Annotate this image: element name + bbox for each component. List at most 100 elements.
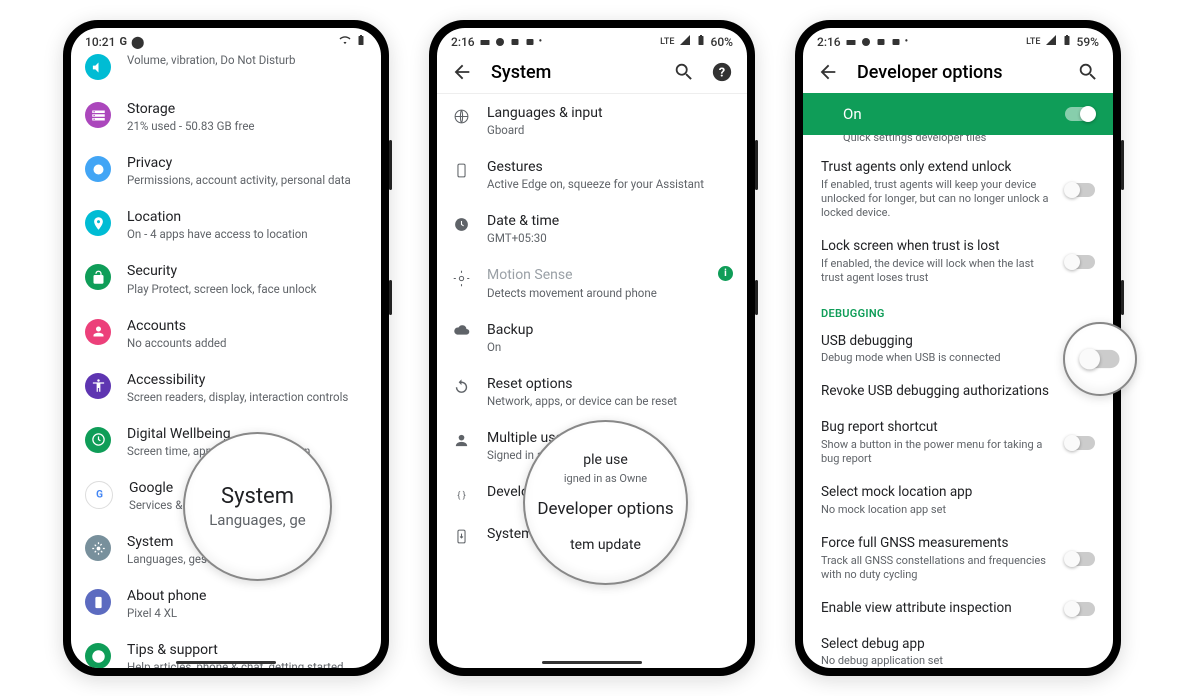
gesture-icon — [451, 160, 471, 180]
row-title: Bug report shortcut — [821, 419, 1053, 437]
info-badge[interactable]: i — [718, 266, 733, 281]
row-title: Enable view attribute inspection — [821, 600, 1053, 618]
usb-debugging-toggle[interactable] — [1081, 350, 1120, 368]
system-row-gesture[interactable]: Gestures Active Edge on, squeeze for you… — [437, 148, 747, 202]
row-subtitle: No debug application set — [821, 654, 1083, 668]
status-bar: 2:16 • LTE 60% — [437, 28, 747, 51]
row-title: Location — [127, 208, 367, 226]
row-subtitle: Play Protect, screen lock, face unlock — [127, 282, 367, 297]
row-subtitle: Debug mode when USB is connected — [821, 351, 1083, 365]
option-row[interactable]: Select debug app No debug application se… — [803, 627, 1113, 668]
option-row[interactable]: Lock screen when trust is lost If enable… — [803, 229, 1113, 294]
row-title: Motion Sense — [487, 266, 702, 284]
help-icon[interactable]: ? — [711, 61, 733, 83]
magnifier-usb-debug-toggle — [1063, 322, 1137, 396]
phone-frame-1: 10:21 G ⬤ Volume, vibration, Do Not Dist… — [63, 20, 389, 676]
row-subtitle: On - 4 apps have access to location — [127, 227, 367, 242]
row-subtitle: Screen readers, display, interaction con… — [127, 390, 367, 405]
row-title: Select debug app — [821, 636, 1083, 654]
magnified-subtitle: Languages, ge — [209, 511, 306, 529]
location-icon — [85, 210, 111, 236]
developer-options-list[interactable]: Quick settings developer tiles Trust age… — [803, 135, 1113, 668]
banner-label: On — [843, 105, 862, 123]
row-title: Security — [127, 262, 367, 280]
row-title: Select mock location app — [821, 484, 1083, 502]
toggle[interactable] — [1065, 552, 1095, 566]
app-bar: Developer options — [803, 51, 1113, 93]
row-title: Force full GNSS measurements — [821, 535, 1053, 553]
magnified-title: System — [221, 484, 294, 509]
master-toggle[interactable] — [1065, 107, 1095, 121]
system-row-backup[interactable]: Backup On — [437, 311, 747, 365]
toggle[interactable] — [1065, 602, 1095, 616]
svg-text:G: G — [96, 490, 103, 501]
google-icon: G — [119, 35, 127, 48]
svg-text:{ }: { } — [457, 490, 466, 501]
setting-row-storage[interactable]: Storage 21% used - 50.83 GB free — [71, 90, 381, 144]
battery-percent: 59% — [1077, 35, 1099, 49]
toggle[interactable] — [1065, 255, 1095, 269]
row-title: Accounts — [127, 317, 367, 335]
setting-row-accessibility[interactable]: Accessibility Screen readers, display, i… — [71, 361, 381, 415]
toggle[interactable] — [1065, 436, 1095, 450]
search-icon[interactable] — [673, 61, 695, 83]
reset-icon — [451, 377, 471, 397]
system-row-time[interactable]: Date & time GMT+05:30 — [437, 202, 747, 256]
signal-icon — [1045, 34, 1057, 49]
setting-row-sound[interactable]: Volume, vibration, Do Not Disturb — [71, 51, 381, 90]
system-row-reset[interactable]: Reset options Network, apps, or device c… — [437, 365, 747, 419]
option-row[interactable]: Revoke USB debugging authorizations — [803, 374, 1113, 410]
page-title: Developer options — [857, 62, 1059, 83]
setting-row-privacy[interactable]: Privacy Permissions, account activity, p… — [71, 144, 381, 198]
row-title: Revoke USB debugging authorizations — [821, 383, 1083, 401]
master-toggle-banner[interactable]: On — [803, 93, 1113, 135]
network-label: LTE — [660, 37, 674, 47]
system-row-lang[interactable]: Languages & input Gboard — [437, 94, 747, 148]
battery-icon — [355, 34, 367, 49]
network-label: LTE — [1026, 37, 1040, 47]
notification-icons: • — [479, 36, 543, 48]
row-subtitle: No accounts added — [127, 336, 367, 351]
back-button[interactable] — [817, 61, 839, 83]
option-row[interactable]: Bug report shortcut Show a button in the… — [803, 410, 1113, 475]
row-title: Date & time — [487, 212, 733, 230]
option-row[interactable]: Trust agents only extend unlock If enabl… — [803, 150, 1113, 229]
home-indicator[interactable] — [176, 661, 276, 664]
row-title: Storage — [127, 100, 367, 118]
magnifier-system: System Languages, ge — [183, 432, 332, 581]
setting-row-location[interactable]: Location On - 4 apps have access to loca… — [71, 198, 381, 252]
row-title: About phone — [127, 587, 367, 605]
option-row[interactable]: Enable view attribute inspection — [803, 591, 1113, 627]
about-icon — [85, 589, 111, 615]
option-row[interactable]: Select mock location app No mock locatio… — [803, 475, 1113, 526]
setting-row-accounts[interactable]: Accounts No accounts added — [71, 307, 381, 361]
toggle[interactable] — [1065, 183, 1095, 197]
status-bar: 10:21 G ⬤ — [71, 28, 381, 51]
page-title: System — [491, 62, 655, 83]
setting-row-security[interactable]: Security Play Protect, screen lock, face… — [71, 252, 381, 306]
setting-row-about[interactable]: About phone Pixel 4 XL — [71, 577, 381, 631]
option-row[interactable]: Force full GNSS measurements Track all G… — [803, 526, 1113, 591]
backup-icon — [451, 323, 471, 343]
search-icon[interactable] — [1077, 61, 1099, 83]
time-icon — [451, 214, 471, 234]
privacy-icon — [85, 156, 111, 182]
system-row-motion[interactable]: Motion Sense Detects movement around pho… — [437, 256, 747, 310]
row-title: Lock screen when trust is lost — [821, 238, 1053, 256]
shield-icon: ⬤ — [131, 35, 144, 49]
settings-list[interactable]: Volume, vibration, Do Not Disturb Storag… — [71, 51, 381, 668]
row-subtitle: Show a button in the power menu for taki… — [821, 438, 1053, 467]
row-subtitle: Detects movement around phone — [487, 286, 702, 301]
row-subtitle: No mock location app set — [821, 503, 1083, 517]
battery-icon — [695, 34, 707, 49]
storage-icon — [85, 102, 111, 128]
system-icon — [85, 535, 111, 561]
home-indicator[interactable] — [542, 661, 642, 664]
row-title: Privacy — [127, 154, 367, 172]
row-subtitle: If enabled, the device will lock when th… — [821, 257, 1053, 286]
back-button[interactable] — [451, 61, 473, 83]
row-title: Backup — [487, 321, 733, 339]
battery-icon — [1061, 34, 1073, 49]
row-subtitle: GMT+05:30 — [487, 231, 733, 246]
row-subtitle: Track all GNSS constellations and freque… — [821, 554, 1053, 583]
